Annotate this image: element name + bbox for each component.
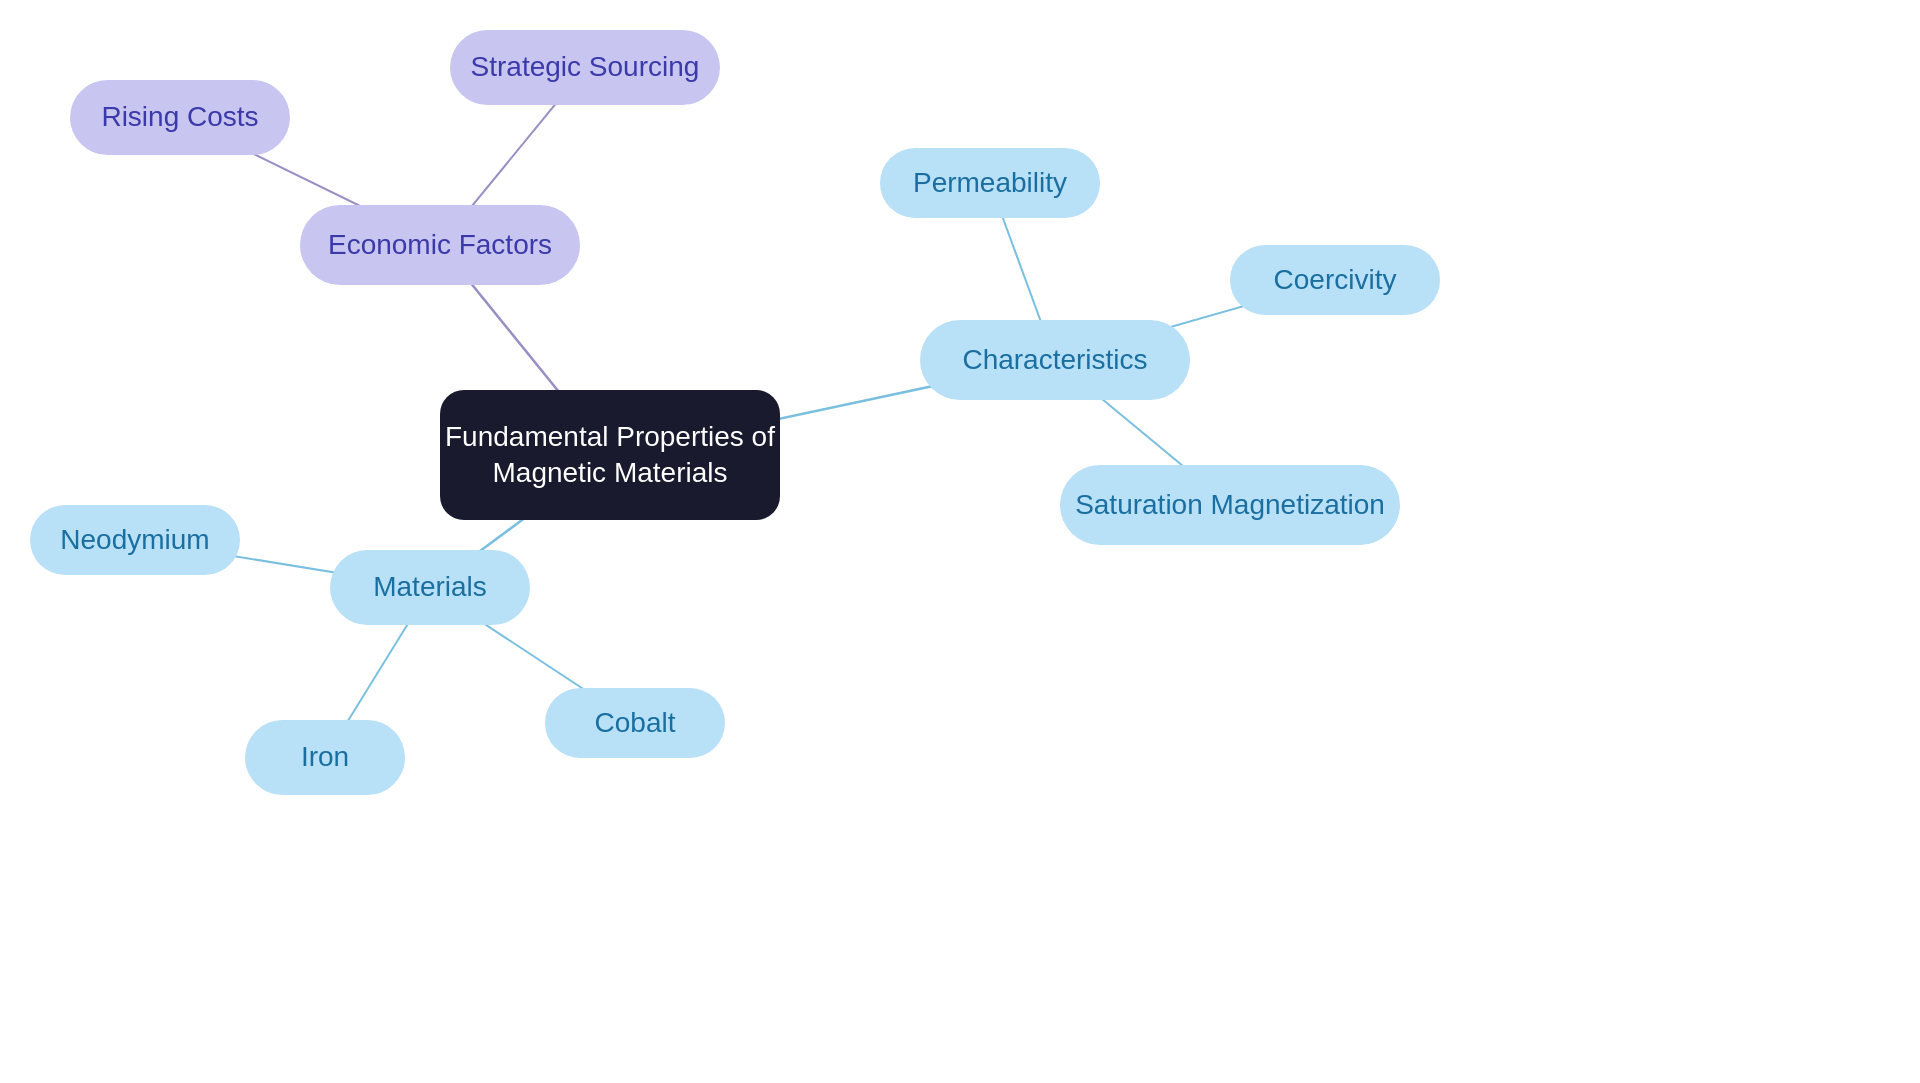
economic-factors-label: Economic Factors [328, 227, 552, 263]
characteristics-label: Characteristics [962, 342, 1147, 378]
node-materials[interactable]: Materials [330, 550, 530, 625]
strategic-sourcing-label: Strategic Sourcing [471, 49, 700, 85]
node-economic-factors[interactable]: Economic Factors [300, 205, 580, 285]
permeability-label: Permeability [913, 165, 1067, 201]
iron-label: Iron [301, 739, 349, 775]
center-node[interactable]: Fundamental Properties of Magnetic Mater… [440, 390, 780, 520]
node-rising-costs[interactable]: Rising Costs [70, 80, 290, 155]
neodymium-label: Neodymium [60, 522, 209, 558]
node-coercivity[interactable]: Coercivity [1230, 245, 1440, 315]
node-neodymium[interactable]: Neodymium [30, 505, 240, 575]
center-label: Fundamental Properties of Magnetic Mater… [445, 419, 775, 492]
node-saturation-magnetization[interactable]: Saturation Magnetization [1060, 465, 1400, 545]
materials-label: Materials [373, 569, 487, 605]
cobalt-label: Cobalt [595, 705, 676, 741]
coercivity-label: Coercivity [1274, 262, 1397, 298]
node-permeability[interactable]: Permeability [880, 148, 1100, 218]
node-iron[interactable]: Iron [245, 720, 405, 795]
node-strategic-sourcing[interactable]: Strategic Sourcing [450, 30, 720, 105]
saturation-magnetization-label: Saturation Magnetization [1075, 487, 1385, 523]
rising-costs-label: Rising Costs [101, 99, 258, 135]
node-characteristics[interactable]: Characteristics [920, 320, 1190, 400]
node-cobalt[interactable]: Cobalt [545, 688, 725, 758]
